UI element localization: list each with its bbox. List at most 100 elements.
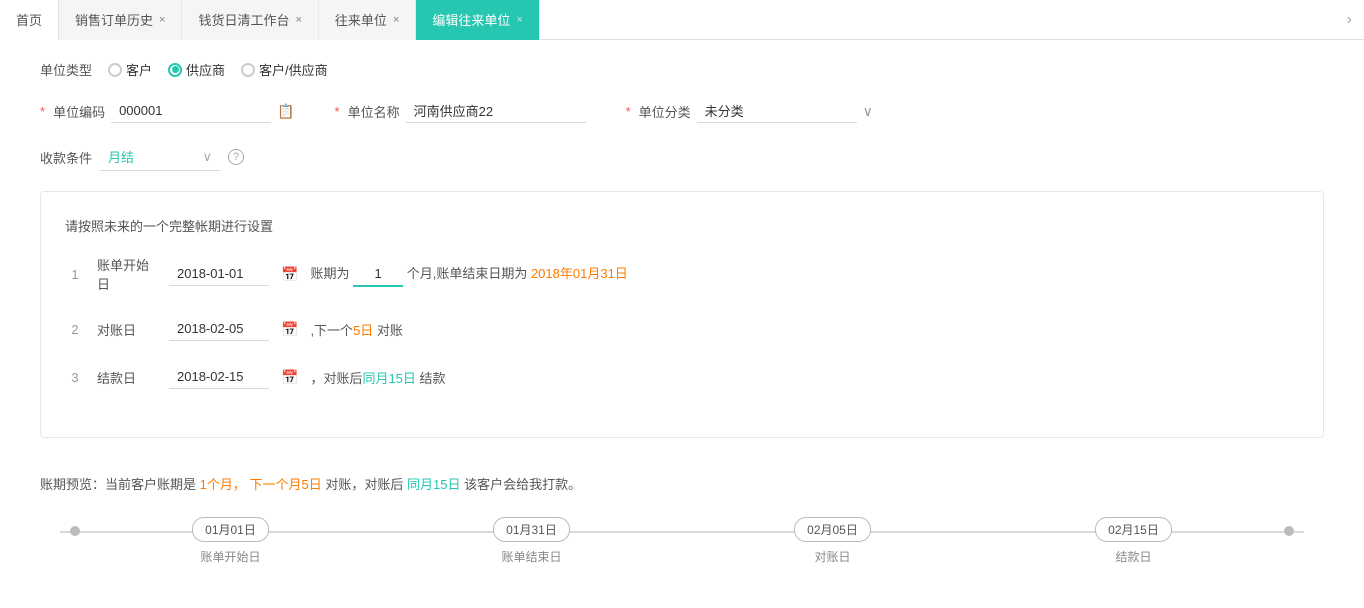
unit-category-field: * 单位分类 ∨ [626,99,873,123]
tab-sales-history-label: 销售订单历史 [75,10,153,29]
tabs-bar: 首页 销售订单历史 × 钱货日清工作台 × 往来单位 × 编辑往来单位 × › [0,0,1364,40]
tab-edit-partner-close[interactable]: × [516,14,522,26]
preview-part1: 1个月， [200,477,246,492]
tab-partners-close[interactable]: × [393,14,399,26]
radio-both-circle [241,63,255,77]
tab-partners[interactable]: 往来单位 × [319,0,416,40]
tab-cashflow-close[interactable]: × [295,14,301,26]
unit-type-section: 单位类型 客户 供应商 客户/供应商 [40,60,1324,79]
preview-label: 账期预览：当前客户账期是 [40,477,196,492]
main-content: 单位类型 客户 供应商 客户/供应商 * 单位编码 📋 * 单位名称 [0,40,1364,608]
period-date-input-2[interactable] [169,317,269,341]
timeline-end-dot [1284,517,1294,536]
timeline-label-3: 对账日 [814,548,850,565]
timeline-end-circle [1284,526,1294,536]
timeline-badge-4: 02月15日 [1095,517,1172,542]
payment-condition-select[interactable]: 月结 ∨ [100,143,220,171]
unit-name-field: * 单位名称 [335,99,586,123]
period-row-1: 1 账单开始日 📅 账期为 个月,账单结束日期为 2018年01月31日 [65,255,1299,293]
preview-part2: 下一个月5日 [250,477,322,492]
preview-part3: 对账，对账后 [325,477,403,492]
period-num-3: 3 [65,370,85,385]
period-date-input-3[interactable] [169,365,269,389]
period-suffix-2: 对账 [377,323,403,338]
unit-category-label: 单位分类 [639,102,691,121]
unit-type-label: 单位类型 [40,60,92,79]
timeline-label-1: 账单开始日 [200,548,260,565]
period-num-input-1[interactable] [353,262,403,287]
preview-part5: 该客户会给我打款。 [464,477,581,492]
radio-supplier-label: 供应商 [186,60,225,79]
unit-info-row: * 单位编码 📋 * 单位名称 * 单位分类 ∨ [40,99,1324,123]
preview-text: 账期预览：当前客户账期是 1个月， 下一个月5日 对账，对账后 同月15日 该客… [40,474,1324,493]
period-desc-suffix-1: 个月,账单结束日期为 [407,266,528,281]
timeline-container: 01月01日 账单开始日 01月31日 账单结束日 02月05日 对账日 02月… [40,517,1324,565]
timeline-badge-1: 01月01日 [192,517,269,542]
tab-sales-history-close[interactable]: × [159,14,165,26]
radio-customer-label: 客户 [126,60,152,79]
period-num-1: 1 [65,267,85,282]
unit-category-star: * [626,104,631,119]
unit-name-input[interactable] [406,99,586,123]
unit-category-input[interactable] [697,99,857,123]
timeline-point-2: 01月31日 账单结束日 [381,517,682,565]
period-highlight-2: 5日 [353,323,373,338]
timeline-start-circle [70,526,80,536]
timeline-label-4: 结款日 [1115,548,1151,565]
unit-code-field: * 单位编码 📋 [40,99,295,123]
help-icon[interactable]: ? [228,149,244,165]
timeline-point-1: 01月01日 账单开始日 [80,517,381,565]
period-row-2: 2 对账日 📅 ,下一个5日 对账 [65,317,1299,341]
timeline-point-3: 02月05日 对账日 [682,517,983,565]
tab-partners-label: 往来单位 [335,10,387,29]
timeline-badge-2: 01月31日 [493,517,570,542]
unit-name-star: * [335,104,340,119]
payment-condition-label: 收款条件 [40,148,92,167]
timeline-start-dot [70,517,80,536]
radio-both[interactable]: 客户/供应商 [241,60,328,79]
period-desc-1: 账期为 个月,账单结束日期为 2018年01月31日 [310,262,627,287]
radio-supplier[interactable]: 供应商 [168,60,225,79]
tab-edit-partner[interactable]: 编辑往来单位 × [416,0,539,40]
tab-sales-history[interactable]: 销售订单历史 × [59,0,182,40]
period-date-input-1[interactable] [169,262,269,286]
tab-edit-partner-label: 编辑往来单位 [432,10,510,29]
period-highlight-date-1: 2018年01月31日 [531,266,628,281]
radio-both-label: 客户/供应商 [259,60,328,79]
radio-customer[interactable]: 客户 [108,60,152,79]
unit-type-radio-group: 客户 供应商 客户/供应商 [108,60,328,79]
timeline-badge-3: 02月05日 [794,517,871,542]
unit-name-label: 单位名称 [348,102,400,121]
preview-part4: 同月15日 [407,477,460,492]
period-row-3: 3 结款日 📅 ，对账后同月15日 结款 [65,365,1299,389]
payment-condition-value: 月结 [108,147,134,166]
period-type-label-1: 账单开始日 [97,255,157,293]
unit-code-star: * [40,104,45,119]
unit-category-dropdown-icon[interactable]: ∨ [863,103,873,120]
timeline-label-2: 账单结束日 [501,548,561,565]
unit-code-icon[interactable]: 📋 [277,103,294,120]
radio-customer-circle [108,63,122,77]
preview-section: 账期预览：当前客户账期是 1个月， 下一个月5日 对账，对账后 同月15日 该客… [40,458,1324,585]
period-suffix-3: 结款 [420,371,446,386]
payment-condition-row: 收款条件 月结 ∨ ? [40,143,1324,171]
period-num-2: 2 [65,322,85,337]
period-calendar-icon-2[interactable]: 📅 [281,321,298,338]
unit-code-input[interactable] [111,99,271,123]
period-calendar-icon-1[interactable]: 📅 [281,266,298,283]
unit-code-label: 单位编码 [53,102,105,121]
tab-cashflow[interactable]: 钱货日清工作台 × [182,0,318,40]
period-type-label-3: 结款日 [97,368,157,387]
radio-supplier-circle [168,63,182,77]
period-settings-box: 请按照未来的一个完整帐期进行设置 1 账单开始日 📅 账期为 个月,账单结束日期… [40,191,1324,438]
period-desc-prefix-1: 账期为 [310,266,349,281]
tab-cashflow-label: 钱货日清工作台 [198,10,289,29]
period-type-label-2: 对账日 [97,320,157,339]
tab-home[interactable]: 首页 [0,0,59,40]
timeline-point-4: 02月15日 结款日 [983,517,1284,565]
period-highlight-3: 同月15日 [362,371,415,386]
period-desc-2: ,下一个5日 对账 [310,320,403,339]
tabs-more-button[interactable]: › [1335,11,1364,29]
tab-home-label: 首页 [16,10,42,29]
period-calendar-icon-3[interactable]: 📅 [281,369,298,386]
